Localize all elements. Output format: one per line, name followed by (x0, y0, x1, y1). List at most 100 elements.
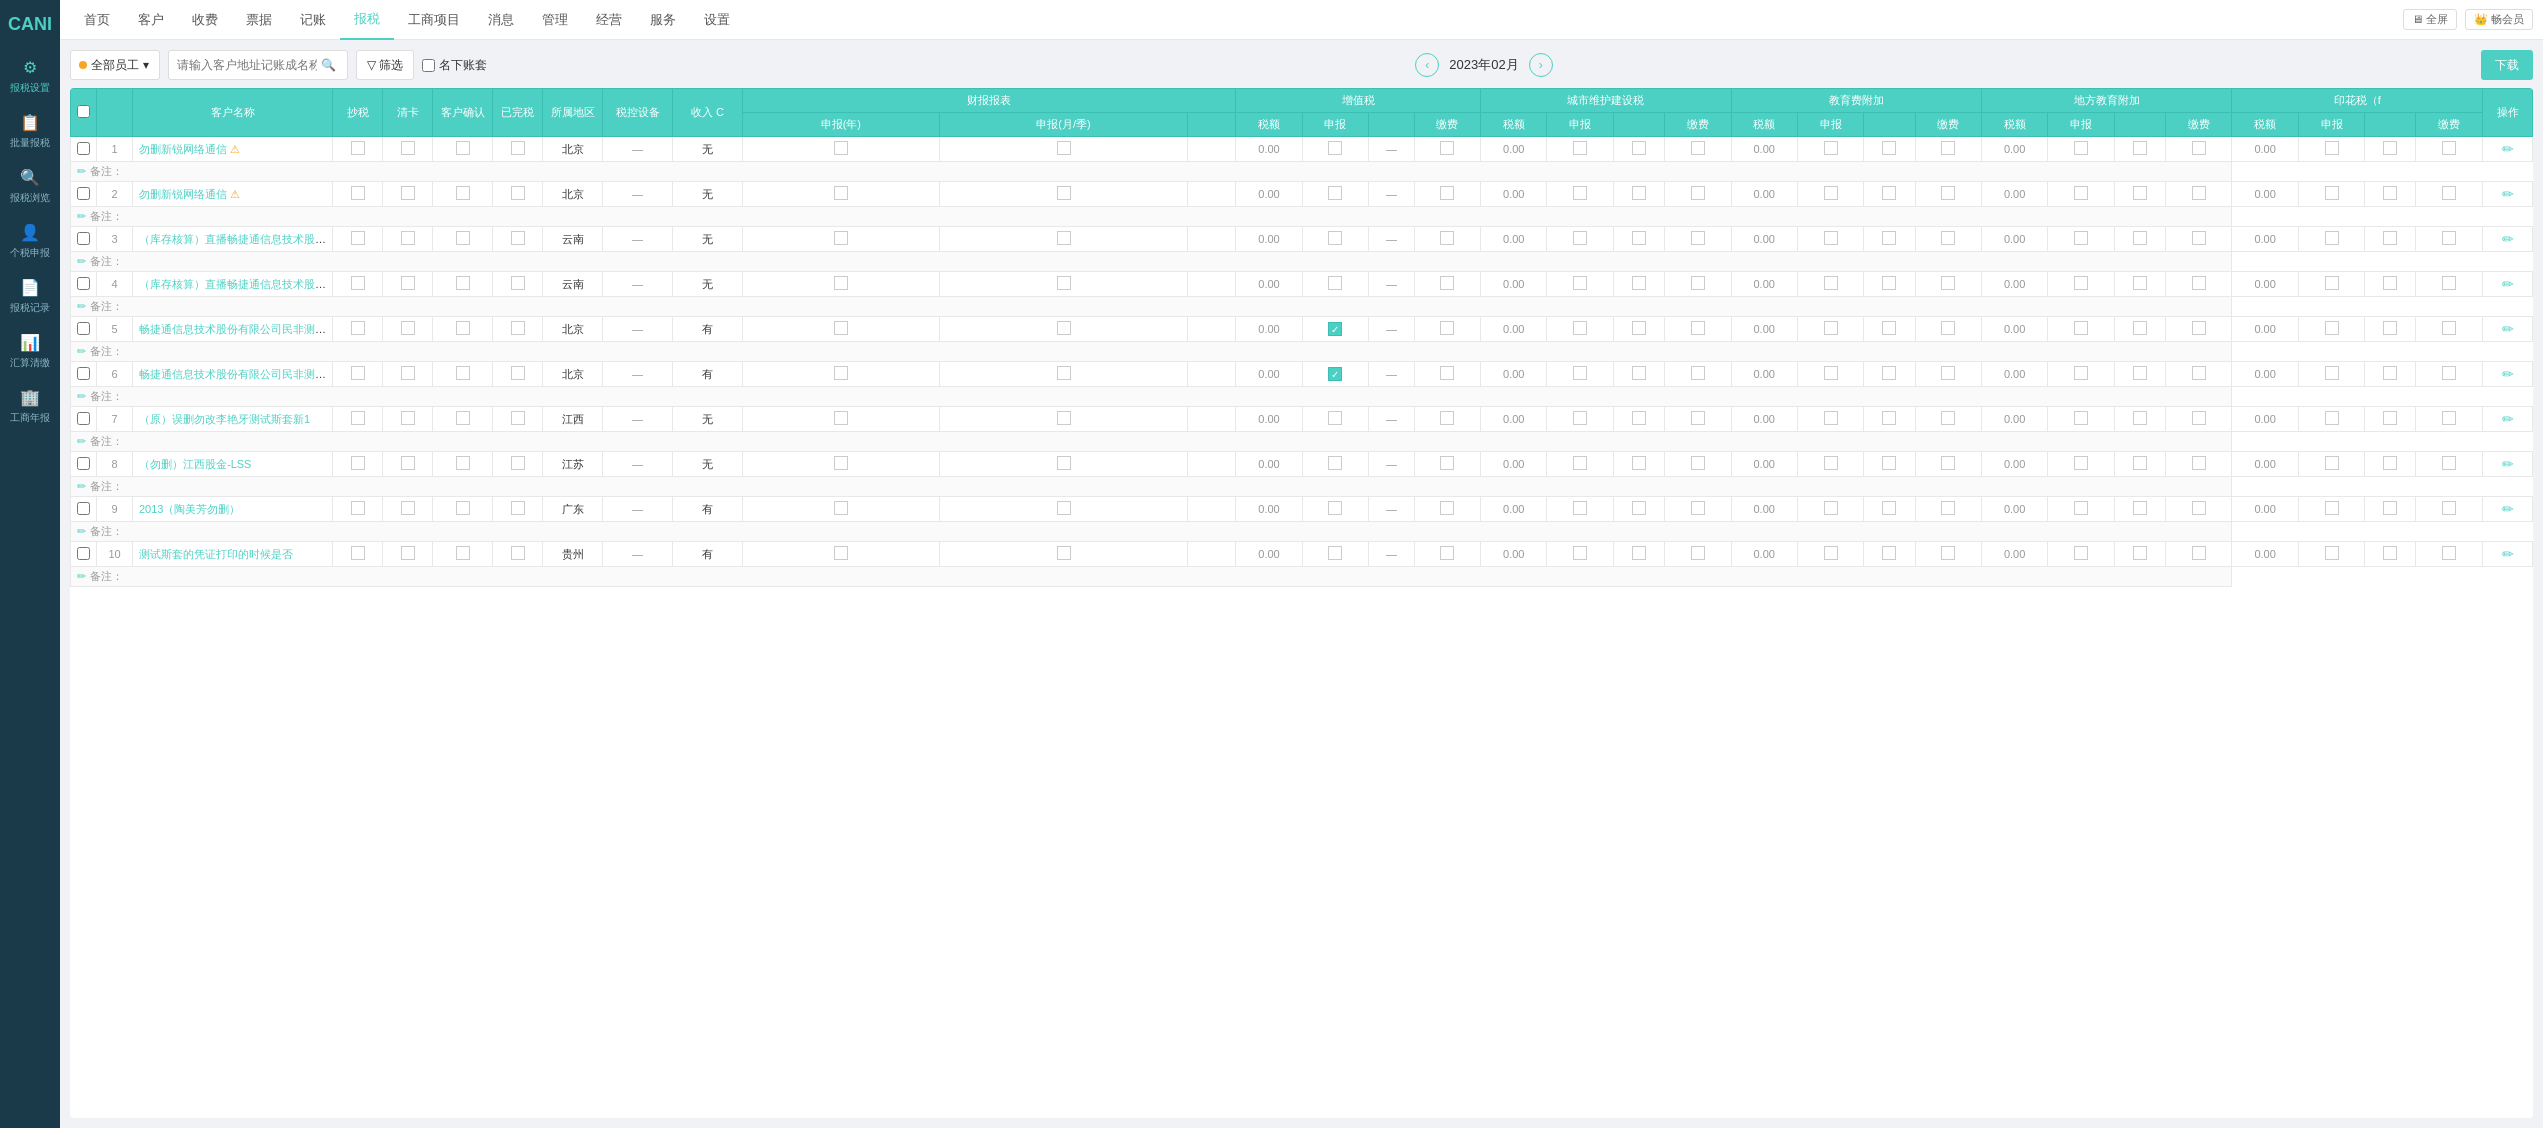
unchecked-box[interactable] (2442, 231, 2456, 245)
unchecked-box[interactable] (401, 411, 415, 425)
edit-action-icon[interactable]: ✏ (2502, 231, 2514, 247)
unchecked-box[interactable] (1882, 141, 1896, 155)
yiwanshui-cell[interactable] (493, 497, 543, 522)
unchecked-box[interactable] (1440, 276, 1454, 290)
chengshi-col1-cell[interactable] (1547, 317, 1613, 342)
unchecked-box[interactable] (1573, 501, 1587, 515)
qingka-cell[interactable] (383, 272, 433, 297)
unchecked-box[interactable] (2074, 501, 2088, 515)
unchecked-box[interactable] (1440, 366, 1454, 380)
yinhua-col1-cell[interactable] (2298, 227, 2364, 252)
unchecked-box[interactable] (1824, 186, 1838, 200)
difang-col2-cell[interactable] (2114, 362, 2165, 387)
next-month-btn[interactable]: › (1529, 53, 1553, 77)
difang-col2-cell[interactable] (2114, 407, 2165, 432)
unchecked-box[interactable] (1573, 231, 1587, 245)
zengjia-senbao-cell[interactable] (1302, 137, 1368, 162)
jiaoyu-col3-cell[interactable] (1915, 137, 1981, 162)
jiaoyu-col2-cell[interactable] (1864, 227, 1915, 252)
jiaoyu-col1-cell[interactable] (1797, 407, 1863, 432)
yiwanshui-cell[interactable] (493, 407, 543, 432)
unchecked-box[interactable] (2383, 366, 2397, 380)
unchecked-box[interactable] (834, 456, 848, 470)
unchecked-box[interactable] (456, 411, 470, 425)
unchecked-box[interactable] (456, 276, 470, 290)
unchecked-box[interactable] (1057, 276, 1071, 290)
zengjia-jiaofei-cell[interactable] (1414, 227, 1480, 252)
unchecked-box[interactable] (2442, 456, 2456, 470)
unchecked-box[interactable] (834, 276, 848, 290)
customer-name-link[interactable]: 测试斯套的凭证打印的时候是否 (139, 548, 293, 560)
mingdan-checkbox[interactable] (422, 59, 435, 72)
unchecked-box[interactable] (1632, 411, 1646, 425)
unchecked-box[interactable] (2133, 321, 2147, 335)
unchecked-box[interactable] (1941, 231, 1955, 245)
edit-action-icon[interactable]: ✏ (2502, 501, 2514, 517)
unchecked-box[interactable] (351, 231, 365, 245)
unchecked-box[interactable] (2325, 276, 2339, 290)
kehequren-cell[interactable] (433, 182, 493, 207)
unchecked-box[interactable] (1691, 186, 1705, 200)
zengjia-senbao-cell[interactable] (1302, 227, 1368, 252)
unchecked-box[interactable] (511, 546, 525, 560)
unchecked-box[interactable] (2442, 276, 2456, 290)
unchecked-box[interactable] (1632, 141, 1646, 155)
difang-col3-cell[interactable] (2165, 227, 2231, 252)
jiaoyu-col2-cell[interactable] (1864, 542, 1915, 567)
chengshi-col3-cell[interactable] (1665, 542, 1731, 567)
customer-name-link[interactable]: 2013（陶美芳勿删） (139, 503, 240, 515)
yinhua-col2-cell[interactable] (2365, 227, 2416, 252)
yiwanshui-cell[interactable] (493, 362, 543, 387)
kehequren-cell[interactable] (433, 407, 493, 432)
unchecked-box[interactable] (834, 231, 848, 245)
unchecked-box[interactable] (2133, 411, 2147, 425)
customer-name-link[interactable]: （勿删）江西股金-LSS (139, 458, 251, 470)
chaoshui-cell[interactable] (333, 497, 383, 522)
unchecked-box[interactable] (351, 366, 365, 380)
row-checkbox[interactable] (77, 232, 90, 245)
unchecked-box[interactable] (2133, 231, 2147, 245)
unchecked-box[interactable] (2325, 546, 2339, 560)
unchecked-box[interactable] (1328, 276, 1342, 290)
difang-col2-cell[interactable] (2114, 452, 2165, 477)
qingka-cell[interactable] (383, 362, 433, 387)
unchecked-box[interactable] (1882, 186, 1896, 200)
yinhua-col2-cell[interactable] (2365, 542, 2416, 567)
unchecked-box[interactable] (2442, 186, 2456, 200)
row-checkbox[interactable] (77, 547, 90, 560)
unchecked-box[interactable] (456, 186, 470, 200)
action-cell[interactable]: ✏ (2483, 272, 2533, 297)
unchecked-box[interactable] (456, 321, 470, 335)
yinhua-col2-cell[interactable] (2365, 182, 2416, 207)
action-cell[interactable]: ✏ (2483, 362, 2533, 387)
unchecked-box[interactable] (1440, 186, 1454, 200)
edit-action-icon[interactable]: ✏ (2502, 276, 2514, 292)
unchecked-box[interactable] (2074, 141, 2088, 155)
unchecked-box[interactable] (1824, 276, 1838, 290)
unchecked-box[interactable] (2192, 456, 2206, 470)
chaoshui-cell[interactable] (333, 362, 383, 387)
unchecked-box[interactable] (1328, 411, 1342, 425)
unchecked-box[interactable] (2133, 141, 2147, 155)
chengshi-col1-cell[interactable] (1547, 182, 1613, 207)
unchecked-box[interactable] (2442, 141, 2456, 155)
zengjia-jiaofei-cell[interactable] (1414, 362, 1480, 387)
qingka-cell[interactable] (383, 137, 433, 162)
unchecked-box[interactable] (1691, 456, 1705, 470)
unchecked-box[interactable] (1632, 546, 1646, 560)
unchecked-box[interactable] (2383, 501, 2397, 515)
unchecked-box[interactable] (2442, 321, 2456, 335)
qingka-cell[interactable] (383, 542, 433, 567)
unchecked-box[interactable] (1632, 366, 1646, 380)
unchecked-box[interactable] (401, 141, 415, 155)
yiwanshui-cell[interactable] (493, 137, 543, 162)
difang-col1-cell[interactable] (2048, 182, 2114, 207)
unchecked-box[interactable] (2133, 501, 2147, 515)
mingdan-checkbox-wrap[interactable]: 名下账套 (422, 57, 487, 74)
unchecked-box[interactable] (456, 141, 470, 155)
unchecked-box[interactable] (1057, 456, 1071, 470)
row-checkbox-cell[interactable] (71, 542, 97, 567)
unchecked-box[interactable] (1941, 276, 1955, 290)
chengshi-col1-cell[interactable] (1547, 407, 1613, 432)
zengjia-senbao-cell[interactable] (1302, 182, 1368, 207)
